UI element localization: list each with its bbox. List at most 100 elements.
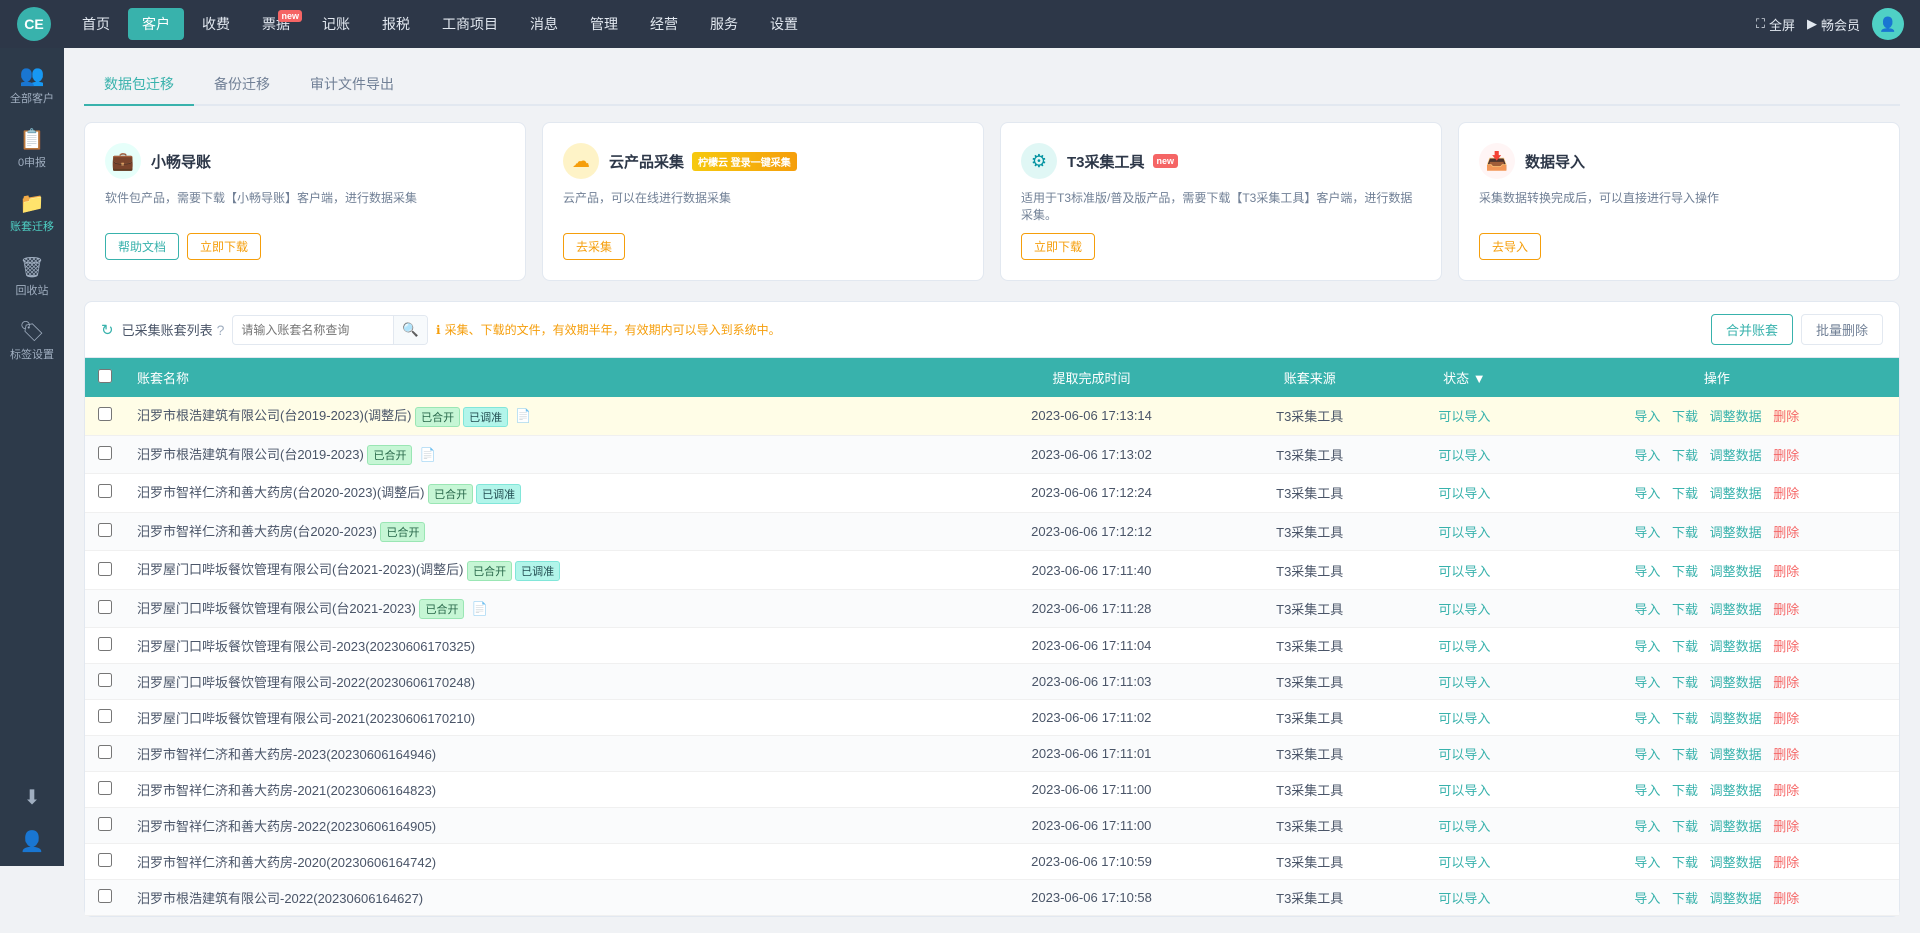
row-checkbox[interactable] [98, 600, 112, 614]
row-checkbox[interactable] [98, 781, 112, 795]
download-link[interactable]: 下载 [1672, 409, 1698, 424]
row-checkbox[interactable] [98, 745, 112, 759]
row-checkbox[interactable] [98, 407, 112, 421]
delete-link[interactable]: 删除 [1773, 525, 1799, 540]
download-link[interactable]: 下载 [1672, 747, 1698, 762]
import-link[interactable]: 导入 [1634, 602, 1660, 617]
help-doc-button[interactable]: 帮助文档 [105, 233, 179, 260]
nav-client[interactable]: 客户 [128, 8, 184, 40]
delete-link[interactable]: 删除 [1773, 486, 1799, 501]
import-link[interactable]: 导入 [1634, 747, 1660, 762]
nav-message[interactable]: 消息 [516, 8, 572, 40]
row-checkbox[interactable] [98, 673, 112, 687]
download-link[interactable]: 下载 [1672, 675, 1698, 690]
row-checkbox[interactable] [98, 889, 112, 903]
import-link[interactable]: 导入 [1634, 675, 1660, 690]
tab-data-migration[interactable]: 数据包迁移 [84, 64, 194, 106]
adjust-link[interactable]: 调整数据 [1710, 711, 1762, 726]
row-checkbox[interactable] [98, 484, 112, 498]
row-checkbox[interactable] [98, 817, 112, 831]
nav-settings[interactable]: 设置 [756, 8, 812, 40]
download-link[interactable]: 下载 [1672, 855, 1698, 870]
adjust-link[interactable]: 调整数据 [1710, 564, 1762, 579]
search-input[interactable] [233, 323, 393, 337]
import-link[interactable]: 导入 [1634, 409, 1660, 424]
row-checkbox[interactable] [98, 709, 112, 723]
nav-operation[interactable]: 经营 [636, 8, 692, 40]
download-link[interactable]: 下载 [1672, 602, 1698, 617]
adjust-link[interactable]: 调整数据 [1710, 675, 1762, 690]
delete-link[interactable]: 删除 [1773, 747, 1799, 762]
file-icon[interactable]: 📄 [419, 447, 435, 462]
row-checkbox[interactable] [98, 523, 112, 537]
delete-link[interactable]: 删除 [1773, 675, 1799, 690]
download-now-button-1[interactable]: 立即下载 [187, 233, 261, 260]
download-link[interactable]: 下载 [1672, 819, 1698, 834]
delete-link[interactable]: 删除 [1773, 448, 1799, 463]
sidebar-item-user[interactable]: 👤 [4, 822, 60, 862]
adjust-link[interactable]: 调整数据 [1710, 448, 1762, 463]
tab-backup-migration[interactable]: 备份迁移 [194, 64, 290, 106]
tab-audit-export[interactable]: 审计文件导出 [290, 64, 414, 106]
batch-delete-button[interactable]: 批量删除 [1801, 314, 1883, 345]
delete-link[interactable]: 删除 [1773, 602, 1799, 617]
adjust-link[interactable]: 调整数据 [1710, 855, 1762, 870]
nav-industry[interactable]: 工商项目 [428, 8, 512, 40]
download-link[interactable]: 下载 [1672, 639, 1698, 654]
sidebar-item-account-migration[interactable]: 📁 账套迁移 [4, 184, 60, 244]
adjust-link[interactable]: 调整数据 [1710, 891, 1762, 906]
fullscreen-btn[interactable]: ⛶ 全屏 [1756, 15, 1795, 34]
nav-home[interactable]: 首页 [68, 8, 124, 40]
delete-link[interactable]: 删除 [1773, 783, 1799, 798]
import-link[interactable]: 导入 [1634, 783, 1660, 798]
nav-fee[interactable]: 收费 [188, 8, 244, 40]
adjust-link[interactable]: 调整数据 [1710, 783, 1762, 798]
sidebar-item-all-clients[interactable]: 👥 全部客户 [4, 56, 60, 116]
row-checkbox[interactable] [98, 853, 112, 867]
delete-link[interactable]: 删除 [1773, 891, 1799, 906]
adjust-link[interactable]: 调整数据 [1710, 747, 1762, 762]
go-import-button[interactable]: 去导入 [1479, 233, 1541, 260]
import-link[interactable]: 导入 [1634, 486, 1660, 501]
sidebar-item-recycle[interactable]: 🗑 回收站 [4, 248, 60, 308]
import-link[interactable]: 导入 [1634, 448, 1660, 463]
file-icon[interactable]: 📄 [515, 408, 531, 423]
file-icon[interactable]: 📄 [471, 601, 487, 616]
download-link[interactable]: 下载 [1672, 783, 1698, 798]
sidebar-item-zero-declare[interactable]: 📋 0申报 [4, 120, 60, 180]
nav-tax[interactable]: 报税 [368, 8, 424, 40]
sidebar-item-tag-settings[interactable]: 🏷 标签设置 [4, 312, 60, 372]
delete-link[interactable]: 删除 [1773, 819, 1799, 834]
import-link[interactable]: 导入 [1634, 855, 1660, 870]
merge-button[interactable]: 合并账套 [1711, 314, 1793, 345]
import-link[interactable]: 导入 [1634, 525, 1660, 540]
delete-link[interactable]: 删除 [1773, 639, 1799, 654]
select-all-checkbox[interactable] [98, 369, 112, 383]
adjust-link[interactable]: 调整数据 [1710, 486, 1762, 501]
row-checkbox[interactable] [98, 562, 112, 576]
download-link[interactable]: 下载 [1672, 486, 1698, 501]
download-link[interactable]: 下载 [1672, 564, 1698, 579]
import-link[interactable]: 导入 [1634, 819, 1660, 834]
download-now-button-3[interactable]: 立即下载 [1021, 233, 1095, 260]
adjust-link[interactable]: 调整数据 [1710, 409, 1762, 424]
import-link[interactable]: 导入 [1634, 639, 1660, 654]
download-link[interactable]: 下载 [1672, 448, 1698, 463]
adjust-link[interactable]: 调整数据 [1710, 639, 1762, 654]
import-link[interactable]: 导入 [1634, 711, 1660, 726]
download-link[interactable]: 下载 [1672, 891, 1698, 906]
search-button[interactable]: 🔍 [393, 316, 427, 344]
row-checkbox[interactable] [98, 446, 112, 460]
go-collect-button[interactable]: 去采集 [563, 233, 625, 260]
delete-link[interactable]: 删除 [1773, 711, 1799, 726]
nav-manage[interactable]: 管理 [576, 8, 632, 40]
row-checkbox[interactable] [98, 637, 112, 651]
nav-account[interactable]: 记账 [308, 8, 364, 40]
adjust-link[interactable]: 调整数据 [1710, 525, 1762, 540]
member-btn[interactable]: ▶ 畅会员 [1807, 15, 1860, 34]
import-link[interactable]: 导入 [1634, 564, 1660, 579]
delete-link[interactable]: 删除 [1773, 409, 1799, 424]
nav-service[interactable]: 服务 [696, 8, 752, 40]
delete-link[interactable]: 删除 [1773, 564, 1799, 579]
nav-bill[interactable]: 票据new [248, 8, 304, 40]
